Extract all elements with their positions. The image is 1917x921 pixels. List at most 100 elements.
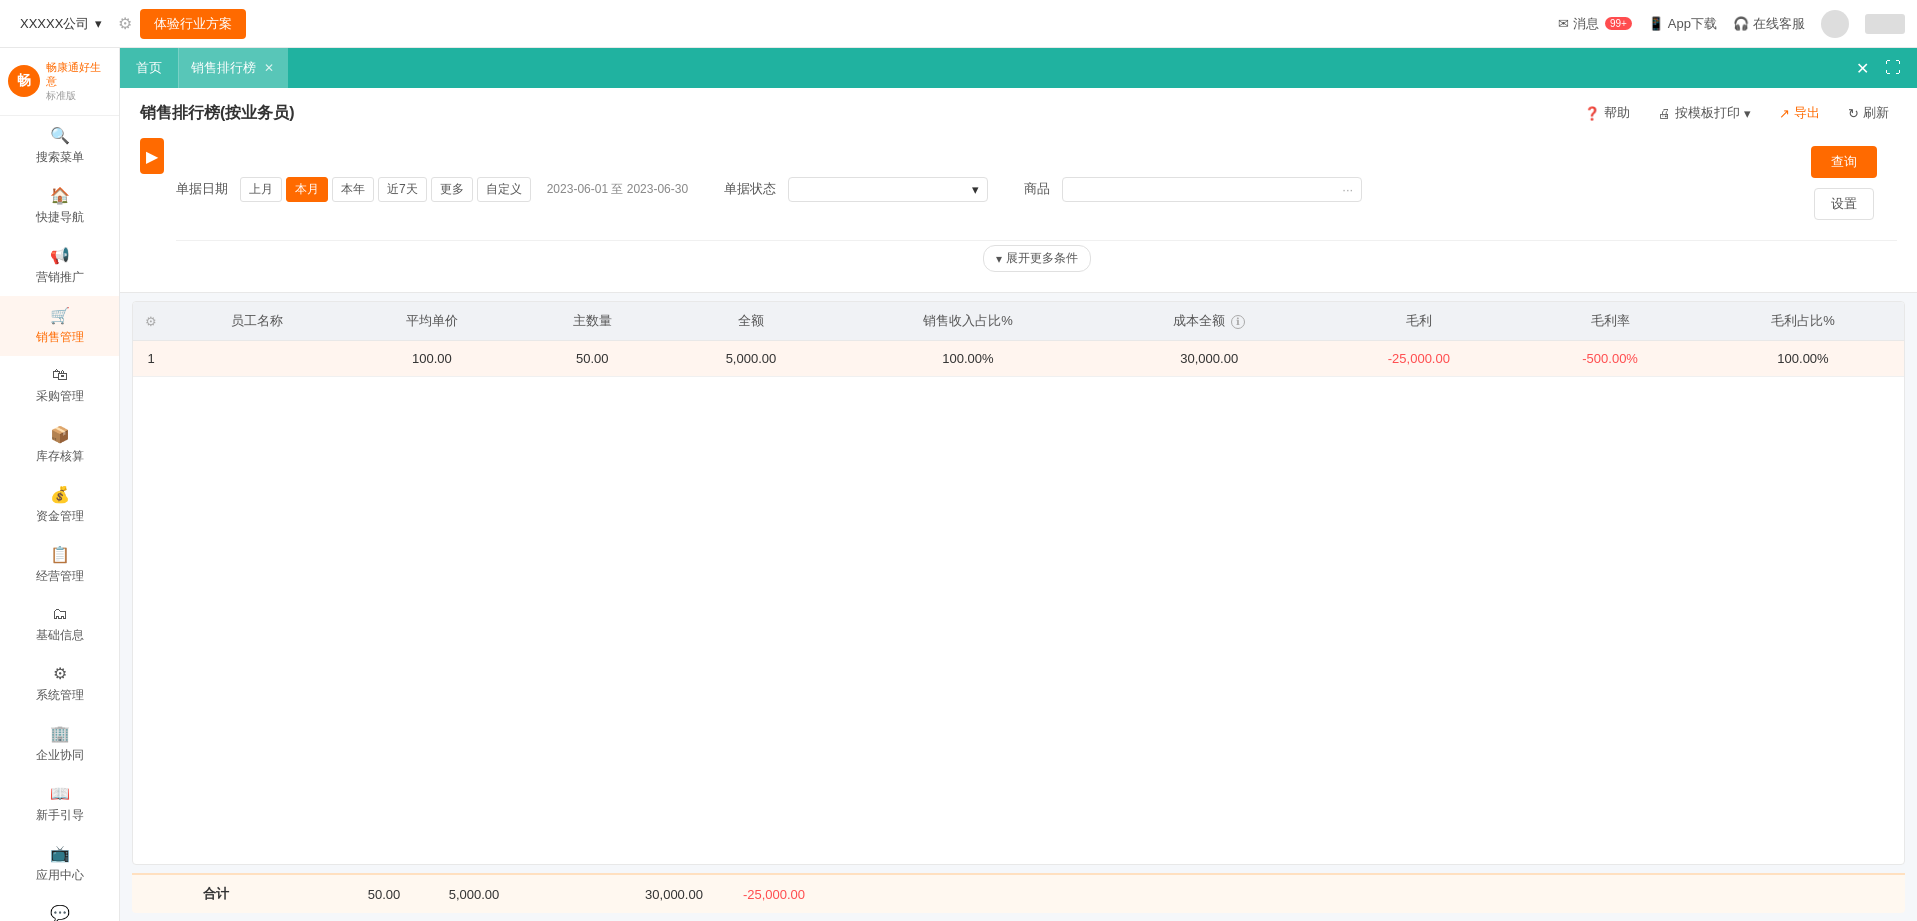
cell-rank: 1	[133, 341, 169, 377]
filter-row-1: 单据日期 上月 本月 本年 近7天 更多 自定义 2023-06-01 至 20…	[176, 138, 1897, 240]
date-current-year-btn[interactable]: 本年	[332, 177, 374, 202]
date-range-display: 2023-06-01 至 2023-06-30	[547, 181, 688, 198]
sidebar: 畅 畅康通好生意 标准版 🔍 搜索菜单 🏠 快捷导航 📢 营销推广 🛒 销售管理…	[0, 48, 120, 921]
sidebar-item-label: 系统管理	[36, 687, 84, 704]
goods-filter-input[interactable]: ···	[1062, 177, 1362, 202]
query-area: 查询 设置	[1811, 146, 1897, 232]
sidebar-item-label: 企业协同	[36, 747, 84, 764]
main-layout: 畅 畅康通好生意 标准版 🔍 搜索菜单 🏠 快捷导航 📢 营销推广 🛒 销售管理…	[0, 48, 1917, 921]
goods-more-icon[interactable]: ···	[1342, 182, 1353, 197]
table-footer: 合计 50.00 5,000.00 30,000.00 -25,000.00	[132, 873, 1905, 913]
gear-settings-icon[interactable]: ⚙	[118, 14, 132, 33]
data-table: ⚙ 员工名称 平均单价 主数量	[133, 302, 1904, 377]
sidebar-item-quick-nav[interactable]: 🏠 快捷导航	[0, 176, 119, 236]
sidebar-item-label: 快捷导航	[36, 209, 84, 226]
col-gross-pct: 毛利占比%	[1702, 302, 1904, 341]
footer-gross: -25,000.00	[724, 887, 824, 902]
footer-quantity: 50.00	[344, 887, 424, 902]
wechat-icon: 💬	[50, 904, 70, 921]
sidebar-item-guide[interactable]: 📖 新手引导	[0, 774, 119, 834]
online-service-label: 在线客服	[1753, 15, 1805, 33]
inventory-icon: 📦	[50, 425, 70, 444]
industry-btn[interactable]: 体验行业方案	[140, 9, 246, 39]
sidebar-item-app-center[interactable]: 📺 应用中心	[0, 834, 119, 894]
help-btn[interactable]: ❓ 帮助	[1576, 100, 1638, 126]
company-name: XXXXX公司	[20, 15, 89, 33]
export-btn[interactable]: ↗ 导出	[1771, 100, 1828, 126]
template-print-btn[interactable]: 🖨 按模板打印 ▾	[1650, 100, 1759, 126]
sidebar-item-label: 资金管理	[36, 508, 84, 525]
status-chevron-icon: ▾	[972, 182, 979, 197]
help-label: 帮助	[1604, 104, 1630, 122]
sidebar-item-marketing[interactable]: 📢 营销推广	[0, 236, 119, 296]
col-gross-rate: 毛利率	[1518, 302, 1702, 341]
tab-close-btn[interactable]: ✕	[262, 59, 276, 77]
sidebar-item-label: 采购管理	[36, 388, 84, 405]
message-icon: ✉	[1558, 16, 1569, 31]
sidebar-item-enterprise[interactable]: 🏢 企业协同	[0, 714, 119, 774]
system-icon: ⚙	[53, 664, 67, 683]
table-row: 1 100.00 50.00 5,000.00 100.00% 30,000.0…	[133, 341, 1904, 377]
page-title-row: 销售排行榜(按业务员) ❓ 帮助 🖨 按模板打印 ▾ ↗	[140, 100, 1897, 126]
col-gross: 毛利	[1320, 302, 1519, 341]
table-header-row: ⚙ 员工名称 平均单价 主数量	[133, 302, 1904, 341]
online-service-btn[interactable]: 🎧 在线客服	[1733, 15, 1805, 33]
date-more-btn[interactable]: 更多	[431, 177, 473, 202]
col-avg-price: 平均单价	[344, 302, 519, 341]
sidebar-item-label: 基础信息	[36, 627, 84, 644]
tab-label: 销售排行榜	[191, 59, 256, 77]
filter-area: ▶ 单据日期 上月 本月 本年 近7天 更多 自定义	[140, 138, 1897, 292]
settings-btn[interactable]: 设置	[1814, 188, 1874, 220]
tab-home[interactable]: 首页	[120, 48, 178, 88]
sidebar-item-finance[interactable]: 💰 资金管理	[0, 475, 119, 535]
tab-sales-ranking[interactable]: 销售排行榜 ✕	[178, 48, 288, 88]
tab-close-all-icon[interactable]: ✕	[1852, 55, 1873, 82]
message-btn[interactable]: ✉ 消息 99+	[1558, 15, 1632, 33]
cell-gross-rate: -500.00%	[1518, 341, 1702, 377]
cell-gross-pct: 100.00%	[1702, 341, 1904, 377]
sales-icon: 🛒	[50, 306, 70, 325]
data-table-container: ⚙ 员工名称 平均单价 主数量	[132, 301, 1905, 865]
sidebar-item-purchase[interactable]: 🛍 采购管理	[0, 356, 119, 415]
cost-info-icon[interactable]: ℹ	[1231, 315, 1245, 329]
logo-sub: 标准版	[46, 89, 111, 103]
app-download-btn[interactable]: 📱 App下载	[1648, 15, 1717, 33]
date-last-month-btn[interactable]: 上月	[240, 177, 282, 202]
user-name-placeholder	[1865, 14, 1905, 34]
date-last7-btn[interactable]: 近7天	[378, 177, 427, 202]
app-download-label: App下载	[1668, 15, 1717, 33]
tab-fullscreen-icon[interactable]: ⛶	[1881, 55, 1905, 81]
sidebar-item-search[interactable]: 🔍 搜索菜单	[0, 116, 119, 176]
footer-amount: 5,000.00	[424, 887, 524, 902]
sidebar-item-wx[interactable]: 💬 企业微信	[0, 894, 119, 921]
sidebar-item-label: 搜索菜单	[36, 149, 84, 166]
query-btn[interactable]: 查询	[1811, 146, 1877, 178]
expand-more-btn[interactable]: ▾ 展开更多条件	[983, 245, 1091, 272]
logo-icon: 畅	[8, 65, 40, 97]
template-print-label: 按模板打印	[1675, 104, 1740, 122]
sidebar-item-inventory[interactable]: 📦 库存核算	[0, 415, 119, 475]
page-content: 销售排行榜(按业务员) ❓ 帮助 🖨 按模板打印 ▾ ↗	[120, 88, 1917, 921]
sidebar-item-label: 库存核算	[36, 448, 84, 465]
expand-more-row: ▾ 展开更多条件	[176, 240, 1897, 280]
guide-icon: 📖	[50, 784, 70, 803]
sidebar-item-basic[interactable]: 🗂 基础信息	[0, 595, 119, 654]
sidebar-item-operation[interactable]: 📋 经营管理	[0, 535, 119, 595]
date-custom-btn[interactable]: 自定义	[477, 177, 531, 202]
expand-icon: ▾	[996, 252, 1002, 266]
sidebar-item-label: 应用中心	[36, 867, 84, 884]
purchase-icon: 🛍	[52, 366, 68, 384]
company-selector[interactable]: XXXXX公司 ▾	[12, 11, 110, 37]
message-label: 消息	[1573, 15, 1599, 33]
page-actions: ❓ 帮助 🖨 按模板打印 ▾ ↗ 导出 ↻	[1576, 100, 1897, 126]
refresh-btn[interactable]: ↻ 刷新	[1840, 100, 1897, 126]
col-settings[interactable]: ⚙	[133, 302, 169, 341]
user-avatar[interactable]	[1821, 10, 1849, 38]
sidebar-item-sales[interactable]: 🛒 销售管理	[0, 296, 119, 356]
filter-expand-btn[interactable]: ▶	[140, 138, 164, 174]
column-settings-icon[interactable]: ⚙	[145, 314, 157, 329]
status-filter-select[interactable]: ▾	[788, 177, 988, 202]
sidebar-item-system[interactable]: ⚙ 系统管理	[0, 654, 119, 714]
cell-avg-price: 100.00	[344, 341, 519, 377]
date-current-month-btn[interactable]: 本月	[286, 177, 328, 202]
